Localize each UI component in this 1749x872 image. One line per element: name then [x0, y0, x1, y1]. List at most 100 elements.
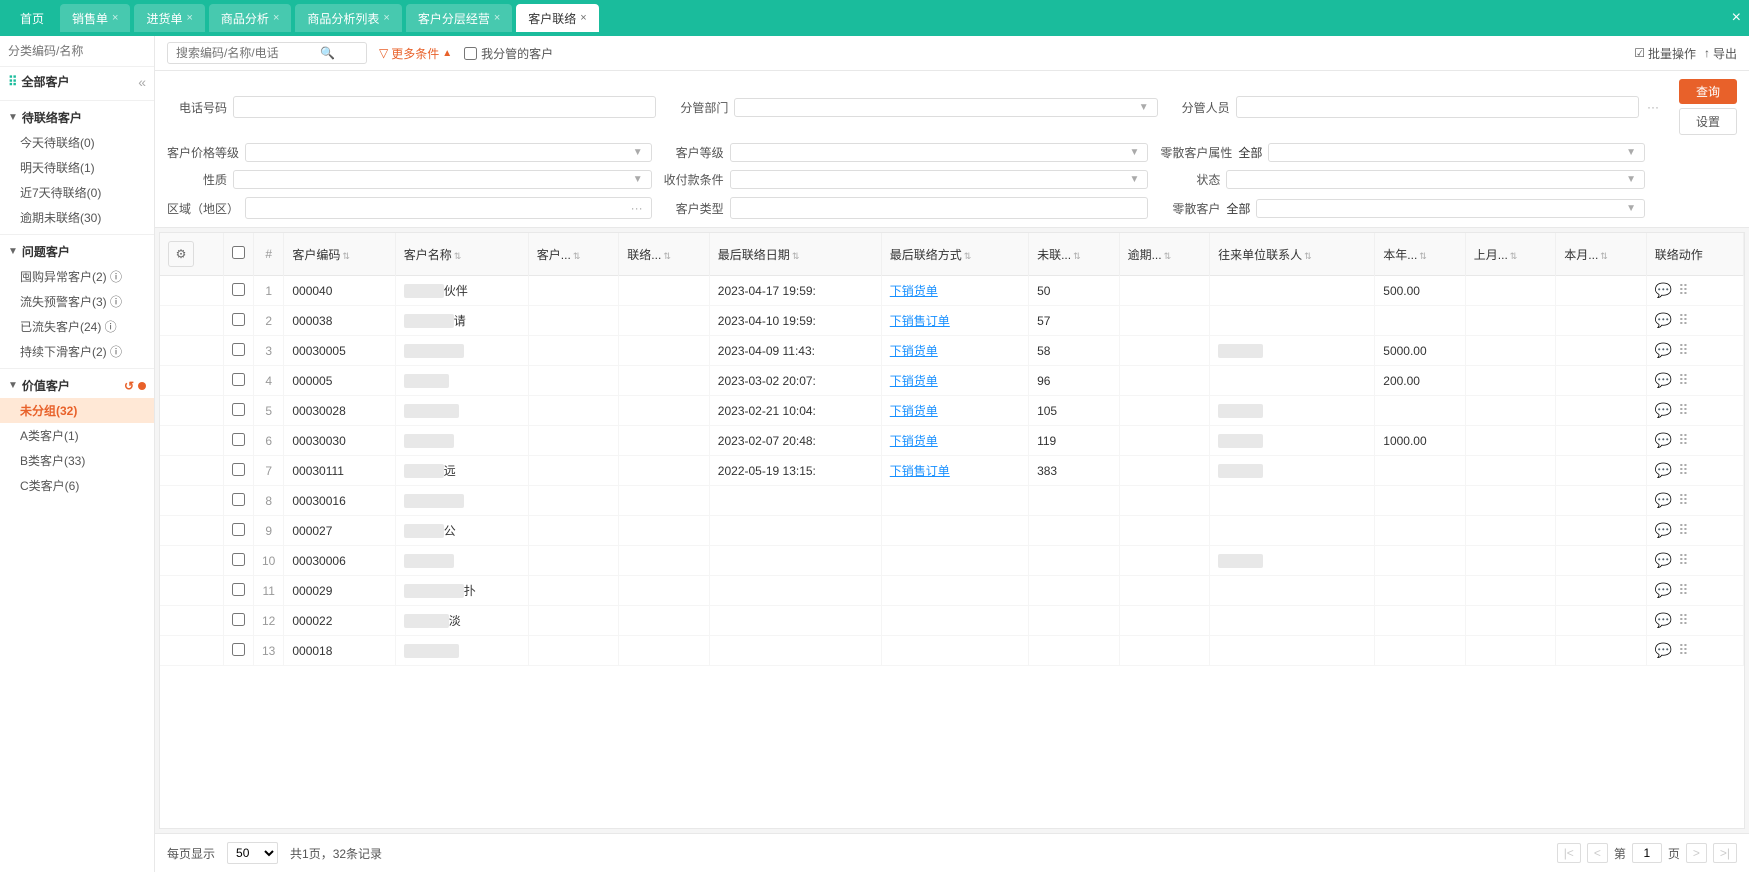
search-input[interactable]	[176, 46, 316, 60]
tab-sales[interactable]: 销售单 ×	[60, 4, 130, 32]
my-customers-checkbox[interactable]	[464, 47, 477, 60]
grid-action-icon[interactable]: ⠿	[1678, 342, 1688, 359]
sidebar-item-class-c[interactable]: C类客户(6)	[0, 473, 154, 498]
filter-price-level-select[interactable]: ▼	[245, 143, 652, 162]
contact-method-link[interactable]: 下销货单	[890, 404, 938, 418]
tab-product-analysis-list[interactable]: 商品分析列表 ×	[295, 4, 401, 32]
filter-scatter-attr-select[interactable]: ▼	[1268, 143, 1645, 162]
sidebar-item-overdue[interactable]: 逾期未联络(30)	[0, 205, 154, 230]
sidebar-item-declining[interactable]: 持续下滑客户(2) ⓘ	[0, 339, 154, 364]
filter-dept-select[interactable]: ▼	[734, 98, 1157, 117]
sidebar-item-class-a[interactable]: A类客户(1)	[0, 423, 154, 448]
ellipsis-icon-1[interactable]: ···	[1647, 100, 1659, 114]
filter-customer-level-select[interactable]: ▼	[730, 143, 1149, 162]
sidebar-all-customers[interactable]: ⠿ 全部客户 «	[0, 67, 154, 96]
filter-scatter-select[interactable]: ▼	[1256, 199, 1645, 218]
sidebar-collapse-icon[interactable]: «	[138, 74, 146, 90]
chat-icon[interactable]: 💬	[1655, 432, 1672, 449]
tab-customer-contact[interactable]: 客户联络 ×	[516, 4, 598, 32]
row-checkbox[interactable]	[232, 313, 245, 326]
sidebar-search-input[interactable]	[8, 44, 155, 58]
last-page-btn[interactable]: >|	[1713, 843, 1737, 863]
col-settings[interactable]: ⚙	[160, 233, 224, 276]
topbar-close-all[interactable]: ×	[1732, 9, 1741, 27]
chat-icon[interactable]: 💬	[1655, 282, 1672, 299]
sidebar-item-churned[interactable]: 已流失客户(24) ⓘ	[0, 314, 154, 339]
prev-page-btn[interactable]: <	[1587, 843, 1608, 863]
chat-icon[interactable]: 💬	[1655, 372, 1672, 389]
chat-icon[interactable]: 💬	[1655, 522, 1672, 539]
chat-icon[interactable]: 💬	[1655, 462, 1672, 479]
my-customers-filter[interactable]: 我分管的客户	[464, 45, 553, 62]
tab-customer-contact-close[interactable]: ×	[580, 12, 586, 24]
filter-nature-select[interactable]: ▼	[233, 170, 652, 189]
row-checkbox[interactable]	[232, 493, 245, 506]
chat-icon[interactable]: 💬	[1655, 582, 1672, 599]
chat-icon[interactable]: 💬	[1655, 612, 1672, 629]
tab-sales-close[interactable]: ×	[112, 12, 118, 24]
grid-action-icon[interactable]: ⠿	[1678, 612, 1688, 629]
grid-action-icon[interactable]: ⠿	[1678, 312, 1688, 329]
tab-product-analysis-close[interactable]: ×	[273, 12, 279, 24]
per-page-select[interactable]: 50 100 200	[227, 842, 278, 864]
row-checkbox[interactable]	[232, 343, 245, 356]
refresh-icon[interactable]: ↺	[124, 379, 134, 393]
filter-phone-input[interactable]	[233, 96, 656, 118]
grid-action-icon[interactable]: ⠿	[1678, 402, 1688, 419]
chat-icon[interactable]: 💬	[1655, 312, 1672, 329]
select-all-checkbox[interactable]	[232, 246, 245, 259]
batch-operation-btn[interactable]: ☑ 批量操作	[1634, 45, 1696, 62]
row-checkbox[interactable]	[232, 583, 245, 596]
row-checkbox[interactable]	[232, 613, 245, 626]
row-checkbox[interactable]	[232, 403, 245, 416]
contact-method-link[interactable]: 下销售订单	[890, 464, 950, 478]
sidebar-group-problem[interactable]: ▼ 问题客户	[0, 239, 154, 264]
filter-region-select[interactable]: ···	[245, 197, 652, 219]
row-checkbox[interactable]	[232, 523, 245, 536]
filter-manager-input[interactable]	[1236, 96, 1639, 118]
page-number-input[interactable]	[1632, 843, 1662, 863]
tab-customer-segment[interactable]: 客户分层经营 ×	[406, 4, 512, 32]
contact-method-link[interactable]: 下销售订单	[890, 314, 950, 328]
sidebar-item-hoarding[interactable]: 囤购异常客户(2) ⓘ	[0, 264, 154, 289]
sidebar-item-today-pending[interactable]: 今天待联络(0)	[0, 130, 154, 155]
grid-action-icon[interactable]: ⠿	[1678, 582, 1688, 599]
tab-customer-segment-close[interactable]: ×	[494, 12, 500, 24]
ellipsis-icon-2[interactable]: ···	[631, 201, 643, 215]
grid-action-icon[interactable]: ⠿	[1678, 282, 1688, 299]
row-checkbox[interactable]	[232, 643, 245, 656]
export-btn[interactable]: ↑ 导出	[1704, 45, 1737, 62]
tab-home[interactable]: 首页	[8, 4, 56, 32]
grid-action-icon[interactable]: ⠿	[1678, 462, 1688, 479]
next-page-btn[interactable]: >	[1686, 843, 1707, 863]
contact-method-link[interactable]: 下销货单	[890, 344, 938, 358]
contact-method-link[interactable]: 下销货单	[890, 374, 938, 388]
row-checkbox[interactable]	[232, 463, 245, 476]
grid-action-icon[interactable]: ⠿	[1678, 432, 1688, 449]
chat-icon[interactable]: 💬	[1655, 402, 1672, 419]
first-page-btn[interactable]: |<	[1557, 843, 1581, 863]
row-checkbox[interactable]	[232, 553, 245, 566]
chat-icon[interactable]: 💬	[1655, 642, 1672, 659]
chat-icon[interactable]: 💬	[1655, 552, 1672, 569]
tab-product-analysis-list-close[interactable]: ×	[383, 12, 389, 24]
sidebar-item-class-b[interactable]: B类客户(33)	[0, 448, 154, 473]
row-checkbox[interactable]	[232, 283, 245, 296]
chat-icon[interactable]: 💬	[1655, 342, 1672, 359]
sidebar-group-pending[interactable]: ▼ 待联络客户	[0, 105, 154, 130]
query-button[interactable]: 查询	[1679, 79, 1737, 104]
reset-button[interactable]: 设置	[1679, 108, 1737, 135]
grid-action-icon[interactable]: ⠿	[1678, 552, 1688, 569]
filter-status-select[interactable]: ▼	[1226, 170, 1645, 189]
chat-icon[interactable]: 💬	[1655, 492, 1672, 509]
tab-product-analysis[interactable]: 商品分析 ×	[209, 4, 291, 32]
filter-payment-select[interactable]: ▼	[730, 170, 1149, 189]
sidebar-group-value[interactable]: ▼ 价值客户 ↺	[0, 373, 154, 398]
contact-method-link[interactable]: 下销货单	[890, 284, 938, 298]
tab-purchase[interactable]: 进货单 ×	[134, 4, 204, 32]
row-checkbox[interactable]	[232, 433, 245, 446]
sidebar-item-churn-warning[interactable]: 流失预警客户(3) ⓘ	[0, 289, 154, 314]
sidebar-item-no-group[interactable]: 未分组(32)	[0, 398, 154, 423]
sidebar-item-7day-pending[interactable]: 近7天待联络(0)	[0, 180, 154, 205]
more-conditions-btn[interactable]: ▽ 更多条件 ▲	[379, 45, 452, 62]
